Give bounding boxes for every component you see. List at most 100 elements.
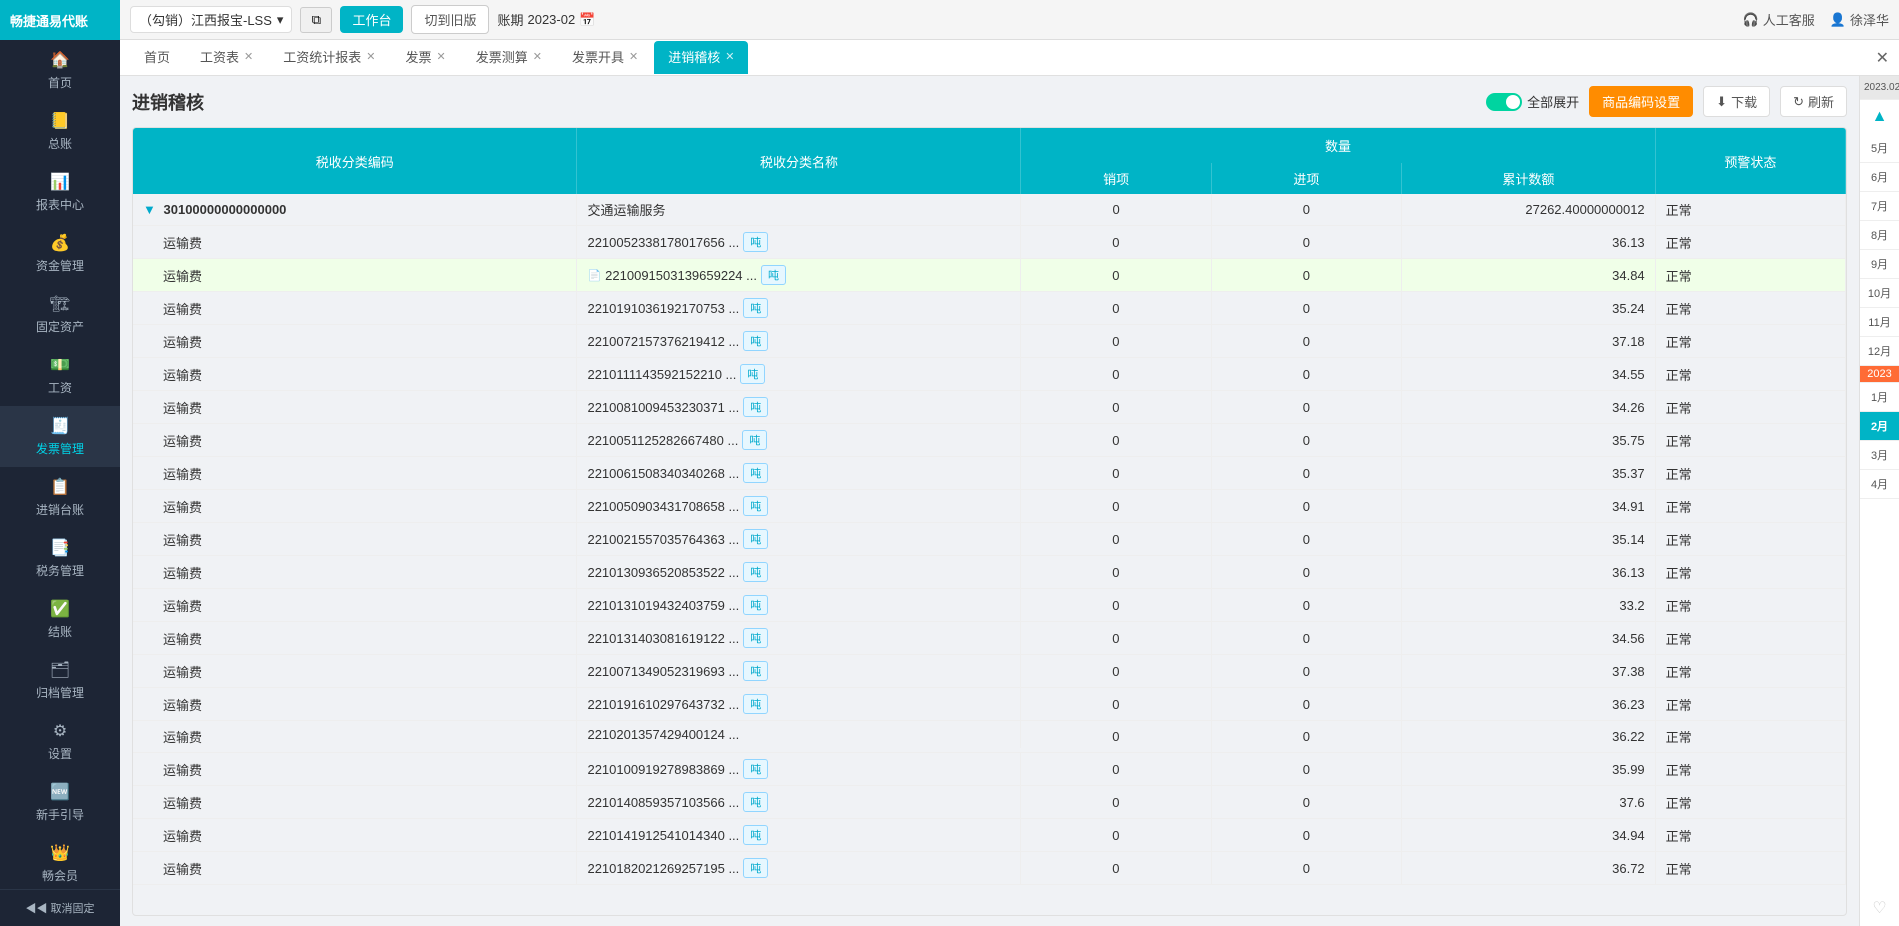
table-row[interactable]: 运输费 2210141912541014340 ... 吨 0 0 34.94 … xyxy=(133,819,1846,852)
item-tag[interactable]: 吨 xyxy=(743,397,768,417)
right-panel-month-4[interactable]: 4月 xyxy=(1860,470,1899,499)
item-tag[interactable]: 吨 xyxy=(743,298,768,318)
right-panel-month-8[interactable]: 8月 xyxy=(1860,221,1899,250)
workbench-button[interactable]: 工作台 xyxy=(340,6,403,33)
right-panel-month-2-current[interactable]: 2月 xyxy=(1860,412,1899,441)
sidebar-footer-unpin[interactable]: ◀◀ 取消固定 xyxy=(0,889,120,926)
right-panel-heart-icon[interactable]: ♡ xyxy=(1860,890,1899,926)
sidebar-item-assets[interactable]: 🏗 固定资产 xyxy=(0,284,120,345)
right-panel-month-9[interactable]: 9月 xyxy=(1860,250,1899,279)
switch-old-button[interactable]: 切到旧版 xyxy=(411,5,489,34)
table-row[interactable]: 运输费 2210100919278983869 ... 吨 0 0 35.99 … xyxy=(133,753,1846,786)
expand-toggle[interactable] xyxy=(1486,93,1522,111)
calendar-icon[interactable]: 📅 xyxy=(579,12,595,28)
table-row[interactable]: 运输费 📄 2210091503139659224 ... 吨 0 0 34.8… xyxy=(133,259,1846,292)
right-panel-month-6[interactable]: 6月 xyxy=(1860,163,1899,192)
collapse-icon[interactable]: ▼ xyxy=(143,202,156,217)
tab-invoice-issue[interactable]: 发票开具 ✕ xyxy=(558,41,652,74)
table-row[interactable]: 运输费 2210131019432403759 ... 吨 0 0 33.2 正… xyxy=(133,589,1846,622)
table-row[interactable]: ▼ 30100000000000000 交通运输服务 0 0 27262.400… xyxy=(133,194,1846,226)
item-tag[interactable]: 吨 xyxy=(743,628,768,648)
table-row[interactable]: 运输费 2210050903431708658 ... 吨 0 0 34.91 … xyxy=(133,490,1846,523)
product-code-settings-button[interactable]: 商品编码设置 xyxy=(1589,86,1693,117)
item-tag[interactable]: 吨 xyxy=(743,825,768,845)
right-panel-month-3[interactable]: 3月 xyxy=(1860,441,1899,470)
unpin-icon: ◀◀ xyxy=(25,903,47,915)
user-info[interactable]: 👤 徐泽华 xyxy=(1830,10,1889,29)
sidebar-item-settings[interactable]: ⚙ 设置 xyxy=(0,711,120,772)
sidebar-item-finance[interactable]: 💰 资金管理 xyxy=(0,223,120,284)
table-row[interactable]: 运输费 2210061508340340268 ... 吨 0 0 35.37 … xyxy=(133,457,1846,490)
tab-invoice-calc-close[interactable]: ✕ xyxy=(533,50,542,63)
tab-invoice-calc[interactable]: 发票测算 ✕ xyxy=(462,41,556,74)
right-panel-month-5[interactable]: 5月 xyxy=(1860,134,1899,163)
data-table-wrap: 税收分类编码 税收分类名称 数量 预警状态 销项 进项 累计数额 xyxy=(132,127,1847,916)
item-tag[interactable]: 吨 xyxy=(743,232,768,252)
table-row[interactable]: 运输费 2210191610297643732 ... 吨 0 0 36.23 … xyxy=(133,688,1846,721)
tab-home[interactable]: 首页 xyxy=(130,41,184,74)
sidebar-item-guide[interactable]: 🆕 新手引导 xyxy=(0,772,120,833)
item-name-cell: 运输费 xyxy=(133,325,577,358)
item-tag[interactable]: 吨 xyxy=(761,265,786,285)
item-tag[interactable]: 吨 xyxy=(743,694,768,714)
table-row[interactable]: 运输费 2210051125282667480 ... 吨 0 0 35.75 … xyxy=(133,424,1846,457)
item-tag[interactable]: 吨 xyxy=(743,496,768,516)
tab-sales-audit-close[interactable]: ✕ xyxy=(725,50,734,63)
sidebar-item-archive[interactable]: 🗂 归档管理 xyxy=(0,650,120,711)
table-row[interactable]: 运输费 2210111143592152210 ... 吨 0 0 34.55 … xyxy=(133,358,1846,391)
tab-salary-report[interactable]: 工资统计报表 ✕ xyxy=(269,41,389,74)
sidebar-item-invoice[interactable]: 🧾 发票管理 xyxy=(0,406,120,467)
table-row[interactable]: 运输费 2210201357429400124 ... 0 0 36.22 正常 xyxy=(133,721,1846,753)
table-row[interactable]: 运输费 2210052338178017656 ... 吨 0 0 36.13 … xyxy=(133,226,1846,259)
item-tag[interactable]: 吨 xyxy=(740,364,765,384)
sale-cell: 0 xyxy=(1021,819,1211,852)
right-panel-month-10[interactable]: 10月 xyxy=(1860,279,1899,308)
sidebar-item-salary[interactable]: 💵 工资 xyxy=(0,345,120,406)
item-tag[interactable]: 吨 xyxy=(743,759,768,779)
item-tag[interactable]: 吨 xyxy=(743,661,768,681)
item-tag[interactable]: 吨 xyxy=(743,792,768,812)
sidebar-item-sales-ledger[interactable]: 📋 进销台账 xyxy=(0,467,120,528)
tab-salary-report-close[interactable]: ✕ xyxy=(366,50,375,63)
item-tag[interactable]: 吨 xyxy=(743,463,768,483)
tab-salary-table[interactable]: 工资表 ✕ xyxy=(186,41,267,74)
right-panel-month-1[interactable]: 1月 xyxy=(1860,383,1899,412)
tab-invoice[interactable]: 发票 ✕ xyxy=(391,41,459,74)
refresh-button[interactable]: ↻ 刷新 xyxy=(1780,86,1847,117)
table-row[interactable]: 运输费 2210182021269257195 ... 吨 0 0 36.72 … xyxy=(133,852,1846,885)
table-row[interactable]: 运输费 2210191036192170753 ... 吨 0 0 35.24 … xyxy=(133,292,1846,325)
sidebar-item-ledger[interactable]: 📒 总账 xyxy=(0,101,120,162)
item-tag[interactable]: 吨 xyxy=(743,595,768,615)
table-row[interactable]: 运输费 2210130936520853522 ... 吨 0 0 36.13 … xyxy=(133,556,1846,589)
table-row[interactable]: 运输费 2210081009453230371 ... 吨 0 0 34.26 … xyxy=(133,391,1846,424)
sidebar-item-member[interactable]: 👑 畅会员 xyxy=(0,833,120,889)
table-row[interactable]: 运输费 2210131403081619122 ... 吨 0 0 34.56 … xyxy=(133,622,1846,655)
sidebar-item-close-account[interactable]: ✅ 结账 xyxy=(0,589,120,650)
item-tag[interactable]: 吨 xyxy=(743,562,768,582)
table-row[interactable]: 运输费 2210021557035764363 ... 吨 0 0 35.14 … xyxy=(133,523,1846,556)
company-selector[interactable]: （勾销）江西报宝-LSS ▾ xyxy=(130,6,292,33)
download-button[interactable]: ⬇ 下载 xyxy=(1703,86,1770,117)
sidebar-item-tax[interactable]: 📑 税务管理 xyxy=(0,528,120,589)
customer-service[interactable]: 🎧 人工客服 xyxy=(1743,10,1815,29)
table-row[interactable]: 运输费 2210072157376219412 ... 吨 0 0 37.18 … xyxy=(133,325,1846,358)
right-panel-month-7[interactable]: 7月 xyxy=(1860,192,1899,221)
table-row[interactable]: 运输费 2210071349052319693 ... 吨 0 0 37.38 … xyxy=(133,655,1846,688)
tab-invoice-issue-close[interactable]: ✕ xyxy=(629,50,638,63)
table-row[interactable]: 运输费 2210140859357103566 ... 吨 0 0 37.6 正… xyxy=(133,786,1846,819)
sidebar-item-reports[interactable]: 📊 报表中心 xyxy=(0,162,120,223)
item-tag[interactable]: 吨 xyxy=(743,858,768,878)
item-tag[interactable]: 吨 xyxy=(743,529,768,549)
tab-invoice-close[interactable]: ✕ xyxy=(437,50,446,63)
tab-sales-audit[interactable]: 进销稽核 ✕ xyxy=(654,41,748,74)
sidebar-item-home[interactable]: 🏠 首页 xyxy=(0,40,120,101)
item-tag[interactable]: 吨 xyxy=(743,331,768,351)
right-panel-month-11[interactable]: 11月 xyxy=(1860,308,1899,337)
right-panel-month-12[interactable]: 12月 xyxy=(1860,337,1899,366)
close-all-button[interactable]: ✕ xyxy=(1876,48,1889,68)
toggle-expand[interactable]: 全部展开 xyxy=(1486,92,1579,111)
tab-salary-table-close[interactable]: ✕ xyxy=(244,50,253,63)
item-tag[interactable]: 吨 xyxy=(742,430,767,450)
copy-button[interactable]: ⧉ xyxy=(300,7,332,33)
right-panel-up-icon[interactable]: ▲ xyxy=(1860,100,1899,134)
